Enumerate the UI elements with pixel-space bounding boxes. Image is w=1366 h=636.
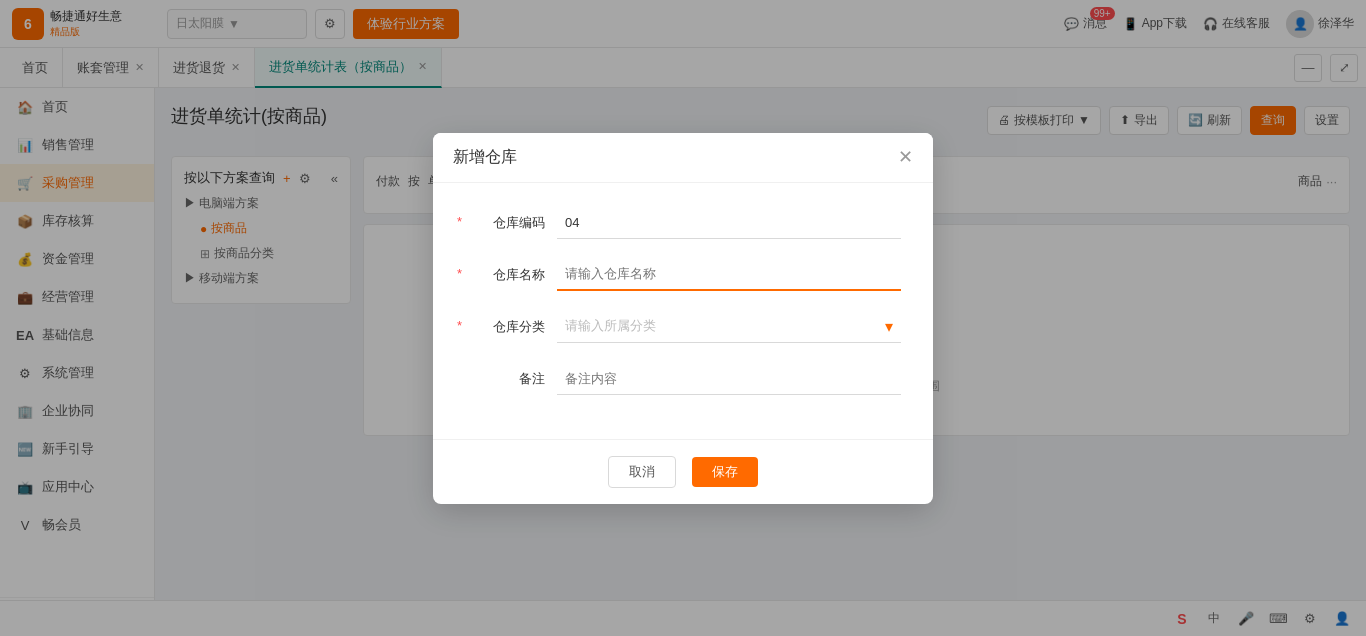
name-input[interactable] xyxy=(557,259,901,291)
code-input[interactable] xyxy=(557,207,901,239)
form-row-code: 仓库编码 xyxy=(465,207,901,239)
modal-close-icon[interactable]: ✕ xyxy=(898,146,913,168)
category-select[interactable]: 请输入所属分类 ▾ xyxy=(557,311,901,343)
modal-body: 仓库编码 仓库名称 仓库分类 请输入所属分类 ▾ 备注 xyxy=(433,183,933,439)
form-row-name: 仓库名称 xyxy=(465,259,901,291)
cancel-button[interactable]: 取消 xyxy=(608,456,676,488)
name-label: 仓库名称 xyxy=(465,266,545,284)
category-arrow-icon: ▾ xyxy=(885,317,893,336)
code-label: 仓库编码 xyxy=(465,214,545,232)
form-row-category: 仓库分类 请输入所属分类 ▾ xyxy=(465,311,901,343)
remark-label: 备注 xyxy=(465,370,545,388)
form-row-remark: 备注 xyxy=(465,363,901,395)
modal-header: 新增仓库 ✕ xyxy=(433,133,933,183)
modal-title: 新增仓库 xyxy=(453,147,517,168)
add-warehouse-modal: 新增仓库 ✕ 仓库编码 仓库名称 仓库分类 请输入所属分类 ▾ xyxy=(433,133,933,504)
save-button[interactable]: 保存 xyxy=(692,457,758,487)
category-placeholder: 请输入所属分类 xyxy=(565,317,656,335)
category-label: 仓库分类 xyxy=(465,318,545,336)
modal-footer: 取消 保存 xyxy=(433,439,933,504)
modal-overlay: 新增仓库 ✕ 仓库编码 仓库名称 仓库分类 请输入所属分类 ▾ xyxy=(0,0,1366,636)
remark-input[interactable] xyxy=(557,363,901,395)
